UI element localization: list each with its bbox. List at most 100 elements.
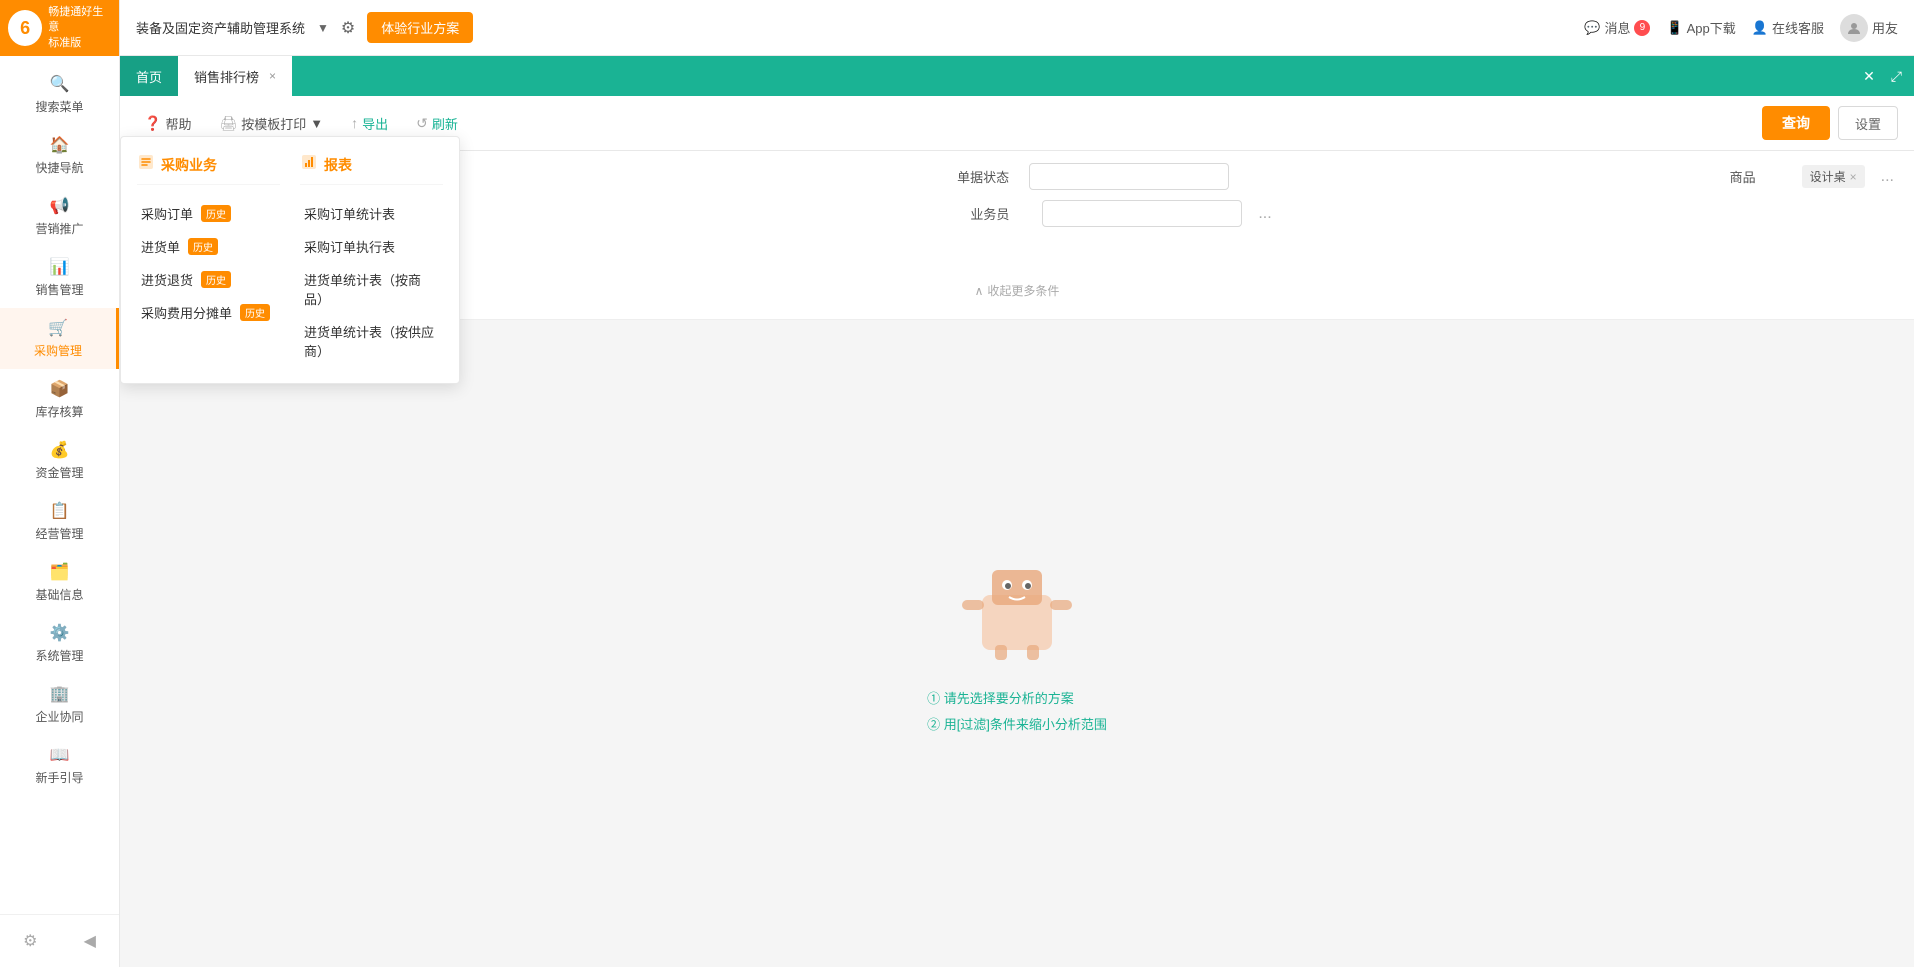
main-area: 装备及固定资产辅助管理系统 ▼ ⚙ 体验行业方案 💬 消息 9 📱 App下载 … bbox=[120, 0, 1914, 967]
dropdown-item-goods-stat-supplier[interactable]: 进货单统计表（按供应商） bbox=[300, 315, 443, 367]
app-download-item[interactable]: 📱 App下载 bbox=[1666, 18, 1735, 37]
dropdown-col-purchase-title: 采购业务 bbox=[137, 153, 280, 185]
help-icon: ❓ bbox=[144, 115, 161, 132]
print-icon: 🖨 bbox=[219, 115, 237, 132]
sidebar-item-operation[interactable]: 📋 经营管理 bbox=[0, 491, 119, 552]
sidebar-item-guide[interactable]: 📖 新手引导 bbox=[0, 735, 119, 796]
goods-tag-label: 设计桌 bbox=[1810, 168, 1846, 185]
dropdown-item-label: 采购订单 bbox=[141, 204, 193, 223]
system-dropdown-btn[interactable]: ▼ bbox=[317, 21, 329, 35]
empty-tip2: 用[过滤]条件来缩小分析范围 bbox=[944, 717, 1107, 732]
dropdown-item-label: 进货单 bbox=[141, 237, 180, 256]
dropdown-item-goods-receipt[interactable]: 进货单 历史 bbox=[137, 230, 280, 263]
sidebar: 6 畅捷通好生意 标准版 🔍 搜索菜单 🏠 快捷导航 📢 营销推广 📊 销售管理… bbox=[0, 0, 120, 967]
message-icon: 💬 bbox=[1584, 20, 1600, 36]
dropdown-item-purchase-fee[interactable]: 采购费用分摊单 历史 bbox=[137, 296, 280, 329]
empty-state: ① 请先选择要分析的方案 ② 用[过滤]条件来缩小分析范围 bbox=[120, 320, 1914, 967]
sidebar-item-basic-info[interactable]: 🗂️ 基础信息 bbox=[0, 552, 119, 613]
sidebar-item-search[interactable]: 🔍 搜索菜单 bbox=[0, 64, 119, 125]
home-icon: 🏠 bbox=[50, 135, 70, 155]
export-label: 导出 bbox=[362, 114, 388, 133]
header-settings-btn[interactable]: ⚙ bbox=[341, 18, 355, 38]
refresh-icon: ↺ bbox=[416, 115, 428, 132]
tab-close-btn[interactable]: × bbox=[269, 69, 276, 83]
goods-dots[interactable]: ... bbox=[1877, 168, 1898, 186]
user-label: 用友 bbox=[1872, 18, 1898, 37]
collapse-label: 收起更多条件 bbox=[987, 282, 1059, 299]
sidebar-item-sales[interactable]: 📊 销售管理 bbox=[0, 247, 119, 308]
tab-bar: 首页 销售排行榜 × ✕ ⤢ bbox=[120, 56, 1914, 96]
sidebar-item-label: 企业协同 bbox=[35, 708, 83, 725]
print-btn[interactable]: 🖨 按模板打印 ▼ bbox=[211, 110, 331, 137]
sidebar-nav: 🔍 搜索菜单 🏠 快捷导航 📢 营销推广 📊 销售管理 🛒 采购管理 📦 库存核… bbox=[0, 56, 119, 914]
export-icon: ↑ bbox=[351, 115, 358, 131]
sidebar-item-inventory[interactable]: 📦 库存核算 bbox=[0, 369, 119, 430]
salesperson-dots[interactable]: ... bbox=[1254, 205, 1275, 223]
dropdown-col-report: 报表 采购订单统计表 采购订单执行表 进货单统计表（按商品） 进货单统计表（按供… bbox=[300, 153, 443, 367]
sidebar-item-label: 系统管理 bbox=[35, 647, 83, 664]
inventory-icon: 📦 bbox=[50, 379, 70, 399]
sidebar-item-quick-nav[interactable]: 🏠 快捷导航 bbox=[0, 125, 119, 186]
service-icon: 👤 bbox=[1752, 20, 1768, 36]
system-icon: ⚙️ bbox=[50, 623, 70, 643]
sidebar-item-label: 新手引导 bbox=[35, 769, 83, 786]
message-item[interactable]: 💬 消息 9 bbox=[1584, 18, 1650, 37]
refresh-label: 刷新 bbox=[432, 114, 458, 133]
purchase-icon: 🛒 bbox=[48, 318, 68, 338]
goods-filter-tag: 设计桌 × bbox=[1802, 165, 1865, 188]
dropdown-item-goods-stat-product[interactable]: 进货单统计表（按商品） bbox=[300, 263, 443, 315]
dropdown-item-label: 采购订单统计表 bbox=[304, 204, 395, 223]
sidebar-item-finance[interactable]: 💰 资金管理 bbox=[0, 430, 119, 491]
service-label: 在线客服 bbox=[1772, 18, 1824, 37]
online-service-item[interactable]: 👤 在线客服 bbox=[1752, 18, 1824, 37]
sidebar-item-system[interactable]: ⚙️ 系统管理 bbox=[0, 613, 119, 674]
tab-home[interactable]: 首页 bbox=[120, 56, 178, 96]
salesperson-input[interactable] bbox=[1042, 200, 1242, 227]
dropdown-item-purchase-order[interactable]: 采购订单 历史 bbox=[137, 197, 280, 230]
tab-bar-right: ✕ ⤢ bbox=[1859, 64, 1914, 89]
query-btn[interactable]: 查询 bbox=[1762, 106, 1830, 140]
sidebar-item-purchase[interactable]: 🛒 采购管理 bbox=[0, 308, 119, 369]
user-item[interactable]: 用友 bbox=[1840, 14, 1898, 42]
industry-btn[interactable]: 体验行业方案 bbox=[367, 12, 473, 43]
enterprise-icon: 🏢 bbox=[50, 684, 70, 704]
dropdown-col-report-title: 报表 bbox=[300, 153, 443, 185]
goods-label: 商品 bbox=[1730, 167, 1790, 186]
dropdown-item-goods-return[interactable]: 进货退货 历史 bbox=[137, 263, 280, 296]
message-badge: 9 bbox=[1634, 20, 1650, 36]
empty-illustration bbox=[957, 550, 1077, 670]
avatar bbox=[1840, 14, 1868, 42]
phone-icon: 📱 bbox=[1666, 20, 1682, 36]
top-header: 装备及固定资产辅助管理系统 ▼ ⚙ 体验行业方案 💬 消息 9 📱 App下载 … bbox=[120, 0, 1914, 56]
help-label: 帮助 bbox=[165, 114, 191, 133]
empty-text: ① 请先选择要分析的方案 ② 用[过滤]条件来缩小分析范围 bbox=[927, 686, 1107, 738]
tab-sales-rank[interactable]: 销售排行榜 × bbox=[178, 56, 292, 96]
dropdown-col-purchase: 采购业务 采购订单 历史 进货单 历史 进货退货 历史 采购费用分摊单 历史 bbox=[137, 153, 280, 367]
tab-bar-close-icon[interactable]: ✕ bbox=[1859, 64, 1879, 89]
sidebar-item-label: 快捷导航 bbox=[35, 159, 83, 176]
export-btn[interactable]: ↑ 导出 bbox=[343, 110, 396, 137]
sidebar-settings-btn[interactable]: ⚙ bbox=[19, 927, 41, 955]
purchase-col-icon bbox=[137, 153, 155, 176]
doc-status-select[interactable] bbox=[1029, 163, 1229, 190]
help-btn[interactable]: ❓ 帮助 bbox=[136, 110, 199, 137]
content-area: ❓ 帮助 🖨 按模板打印 ▼ ↑ 导出 ↺ 刷新 查询 设置 bbox=[120, 96, 1914, 967]
message-label: 消息 bbox=[1604, 18, 1630, 37]
print-dropdown-icon[interactable]: ▼ bbox=[310, 116, 323, 131]
sidebar-item-marketing[interactable]: 📢 营销推广 bbox=[0, 186, 119, 247]
sidebar-item-enterprise[interactable]: 🏢 企业协同 bbox=[0, 674, 119, 735]
sidebar-collapse-btn[interactable]: ◀ bbox=[80, 927, 100, 955]
dropdown-item-purchase-order-exec[interactable]: 采购订单执行表 bbox=[300, 230, 443, 263]
tab-bar-expand-icon[interactable]: ⤢ bbox=[1887, 64, 1906, 89]
history-badge: 历史 bbox=[201, 205, 231, 222]
dropdown-item-purchase-order-stat[interactable]: 采购订单统计表 bbox=[300, 197, 443, 230]
doc-status-label: 单据状态 bbox=[957, 167, 1017, 186]
goods-tag-close[interactable]: × bbox=[1850, 170, 1857, 184]
finance-icon: 💰 bbox=[50, 440, 70, 460]
dropdown-item-label: 进货退货 bbox=[141, 270, 193, 289]
sidebar-item-label: 营销推广 bbox=[35, 220, 83, 237]
sidebar-item-label: 经营管理 bbox=[35, 525, 83, 542]
refresh-btn[interactable]: ↺ 刷新 bbox=[408, 110, 466, 137]
filter-settings-btn[interactable]: 设置 bbox=[1838, 106, 1898, 140]
print-label: 按模板打印 bbox=[241, 114, 306, 133]
